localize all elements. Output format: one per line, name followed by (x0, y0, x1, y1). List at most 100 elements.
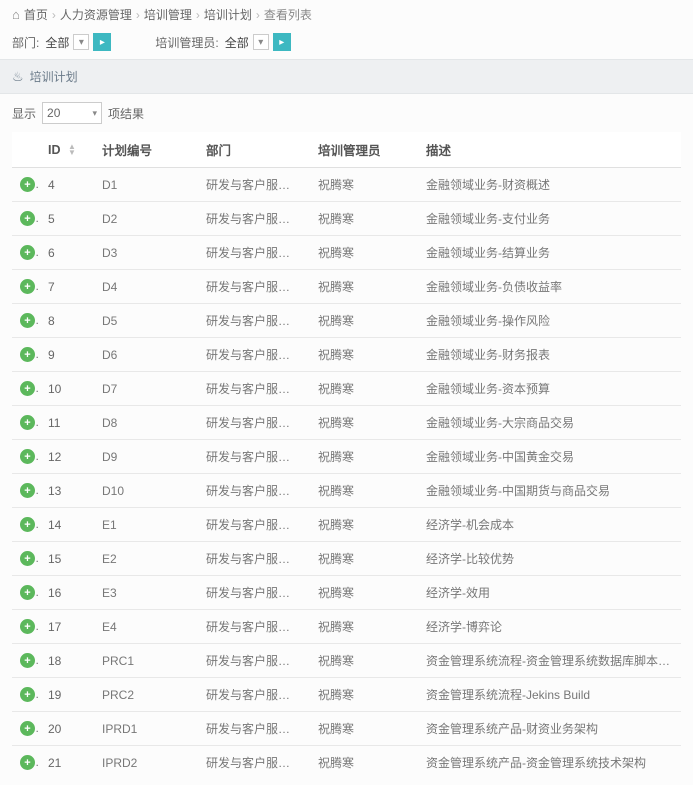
cell-plan-no: E1 (94, 508, 198, 542)
breadcrumb-home[interactable]: 首页 (24, 6, 48, 23)
cell-description: 金融领域业务-负债收益率 (418, 270, 681, 304)
mgr-filter-apply-button[interactable]: ▸ (273, 33, 291, 51)
filter-row: 部门: 全部 ▾ ▸ 培训管理员: 全部 ▾ ▸ (0, 29, 693, 55)
expand-row-button[interactable]: + (20, 517, 35, 532)
cell-id: 11 (40, 406, 94, 440)
expand-row-button[interactable]: + (20, 415, 35, 430)
cell-id: 16 (40, 576, 94, 610)
expand-row-button[interactable]: + (20, 313, 35, 328)
cell-manager: 祝腾寒 (310, 270, 418, 304)
table-row[interactable]: +20IPRD1研发与客户服务中心祝腾寒资金管理系统产品-财资业务架构 (12, 712, 681, 746)
table-row[interactable]: +18PRC1研发与客户服务中心祝腾寒资金管理系统流程-资金管理系统数据库脚本修… (12, 644, 681, 678)
expand-row-button[interactable]: + (20, 279, 35, 294)
cell-id: 21 (40, 746, 94, 780)
mgr-filter-label: 培训管理员: (155, 34, 218, 51)
breadcrumb-training-plan[interactable]: 培训计划 (204, 6, 252, 23)
expand-row-button[interactable]: + (20, 381, 35, 396)
expand-row-button[interactable]: + (20, 449, 35, 464)
cell-id: 14 (40, 508, 94, 542)
cell-manager: 祝腾寒 (310, 304, 418, 338)
cell-description: 金融领域业务-中国期货与商品交易 (418, 474, 681, 508)
column-plan-no[interactable]: 计划编号 (94, 132, 198, 168)
cell-id: 20 (40, 712, 94, 746)
cell-description: 资金管理系统流程-Jekins Build (418, 678, 681, 712)
cell-manager: 祝腾寒 (310, 576, 418, 610)
sort-icon: ▲▼ (68, 144, 76, 156)
cell-manager: 祝腾寒 (310, 746, 418, 780)
cell-plan-no: D1 (94, 168, 198, 202)
breadcrumb-separator: › (52, 8, 56, 22)
expand-row-button[interactable]: + (20, 211, 35, 226)
dept-filter-value: 全部 (45, 34, 69, 51)
table-row[interactable]: +14E1研发与客户服务中心祝腾寒经济学-机会成本 (12, 508, 681, 542)
breadcrumb-hr[interactable]: 人力资源管理 (60, 6, 132, 23)
column-id[interactable]: ID ▲▼ (40, 132, 94, 168)
cell-dept: 研发与客户服务中心 (198, 236, 310, 270)
cell-plan-no: E4 (94, 610, 198, 644)
cell-manager: 祝腾寒 (310, 372, 418, 406)
dept-filter-apply-button[interactable]: ▸ (93, 33, 111, 51)
dept-filter-dropdown[interactable]: ▾ (73, 34, 89, 50)
expand-row-button[interactable]: + (20, 551, 35, 566)
table-row[interactable]: +11D8研发与客户服务中心祝腾寒金融领域业务-大宗商品交易 (12, 406, 681, 440)
length-results-label: 项结果 (108, 105, 144, 122)
expand-row-button[interactable]: + (20, 619, 35, 634)
cell-dept: 研发与客户服务中心 (198, 542, 310, 576)
breadcrumb: ⌂ 首页 › 人力资源管理 › 培训管理 › 培训计划 › 查看列表 (0, 0, 693, 29)
breadcrumb-training-mgmt[interactable]: 培训管理 (144, 6, 192, 23)
dept-filter-label: 部门: (12, 34, 39, 51)
cell-manager: 祝腾寒 (310, 508, 418, 542)
expand-row-button[interactable]: + (20, 653, 35, 668)
table-row[interactable]: +6D3研发与客户服务中心祝腾寒金融领域业务-结算业务 (12, 236, 681, 270)
cell-id: 7 (40, 270, 94, 304)
cell-manager: 祝腾寒 (310, 168, 418, 202)
page-title-bar: ♨ 培训计划 (0, 59, 693, 94)
expand-row-button[interactable]: + (20, 687, 35, 702)
column-manager[interactable]: 培训管理员 (310, 132, 418, 168)
cell-id: 13 (40, 474, 94, 508)
expand-row-button[interactable]: + (20, 585, 35, 600)
page-title: 培训计划 (30, 68, 78, 85)
table-row[interactable]: +9D6研发与客户服务中心祝腾寒金融领域业务-财务报表 (12, 338, 681, 372)
cell-plan-no: PRC2 (94, 678, 198, 712)
cell-plan-no: D5 (94, 304, 198, 338)
cell-plan-no: D7 (94, 372, 198, 406)
table-row[interactable]: +17E4研发与客户服务中心祝腾寒经济学-博弈论 (12, 610, 681, 644)
cell-manager: 祝腾寒 (310, 202, 418, 236)
table-row[interactable]: +4D1研发与客户服务中心祝腾寒金融领域业务-财资概述 (12, 168, 681, 202)
expand-row-button[interactable]: + (20, 347, 35, 362)
expand-row-button[interactable]: + (20, 483, 35, 498)
cell-description: 金融领域业务-结算业务 (418, 236, 681, 270)
table-row[interactable]: +21IPRD2研发与客户服务中心祝腾寒资金管理系统产品-资金管理系统技术架构 (12, 746, 681, 780)
table-row[interactable]: +5D2研发与客户服务中心祝腾寒金融领域业务-支付业务 (12, 202, 681, 236)
expand-row-button[interactable]: + (20, 755, 35, 770)
column-dept[interactable]: 部门 (198, 132, 310, 168)
table-row[interactable]: +12D9研发与客户服务中心祝腾寒金融领域业务-中国黄金交易 (12, 440, 681, 474)
table-row[interactable]: +15E2研发与客户服务中心祝腾寒经济学-比较优势 (12, 542, 681, 576)
length-select[interactable]: 20 ▾ (42, 102, 102, 124)
cell-manager: 祝腾寒 (310, 236, 418, 270)
training-plan-table: ID ▲▼ 计划编号 部门 培训管理员 描述 +4D1研发与客户服务中心祝腾寒金… (12, 132, 681, 779)
cell-dept: 研发与客户服务中心 (198, 304, 310, 338)
table-row[interactable]: +13D10研发与客户服务中心祝腾寒金融领域业务-中国期货与商品交易 (12, 474, 681, 508)
cell-id: 12 (40, 440, 94, 474)
cell-dept: 研发与客户服务中心 (198, 474, 310, 508)
cell-id: 4 (40, 168, 94, 202)
expand-row-button[interactable]: + (20, 177, 35, 192)
column-description[interactable]: 描述 (418, 132, 681, 168)
cell-description: 金融领域业务-大宗商品交易 (418, 406, 681, 440)
table-row[interactable]: +10D7研发与客户服务中心祝腾寒金融领域业务-资本预算 (12, 372, 681, 406)
cell-dept: 研发与客户服务中心 (198, 678, 310, 712)
expand-row-button[interactable]: + (20, 721, 35, 736)
cell-dept: 研发与客户服务中心 (198, 406, 310, 440)
cell-plan-no: E2 (94, 542, 198, 576)
expand-row-button[interactable]: + (20, 245, 35, 260)
table-row[interactable]: +7D4研发与客户服务中心祝腾寒金融领域业务-负债收益率 (12, 270, 681, 304)
table-row[interactable]: +8D5研发与客户服务中心祝腾寒金融领域业务-操作风险 (12, 304, 681, 338)
table-row[interactable]: +16E3研发与客户服务中心祝腾寒经济学-效用 (12, 576, 681, 610)
column-manager-label: 培训管理员 (318, 144, 381, 158)
table-row[interactable]: +19PRC2研发与客户服务中心祝腾寒资金管理系统流程-Jekins Build (12, 678, 681, 712)
cell-description: 金融领域业务-操作风险 (418, 304, 681, 338)
length-show-label: 显示 (12, 105, 36, 122)
mgr-filter-dropdown[interactable]: ▾ (253, 34, 269, 50)
